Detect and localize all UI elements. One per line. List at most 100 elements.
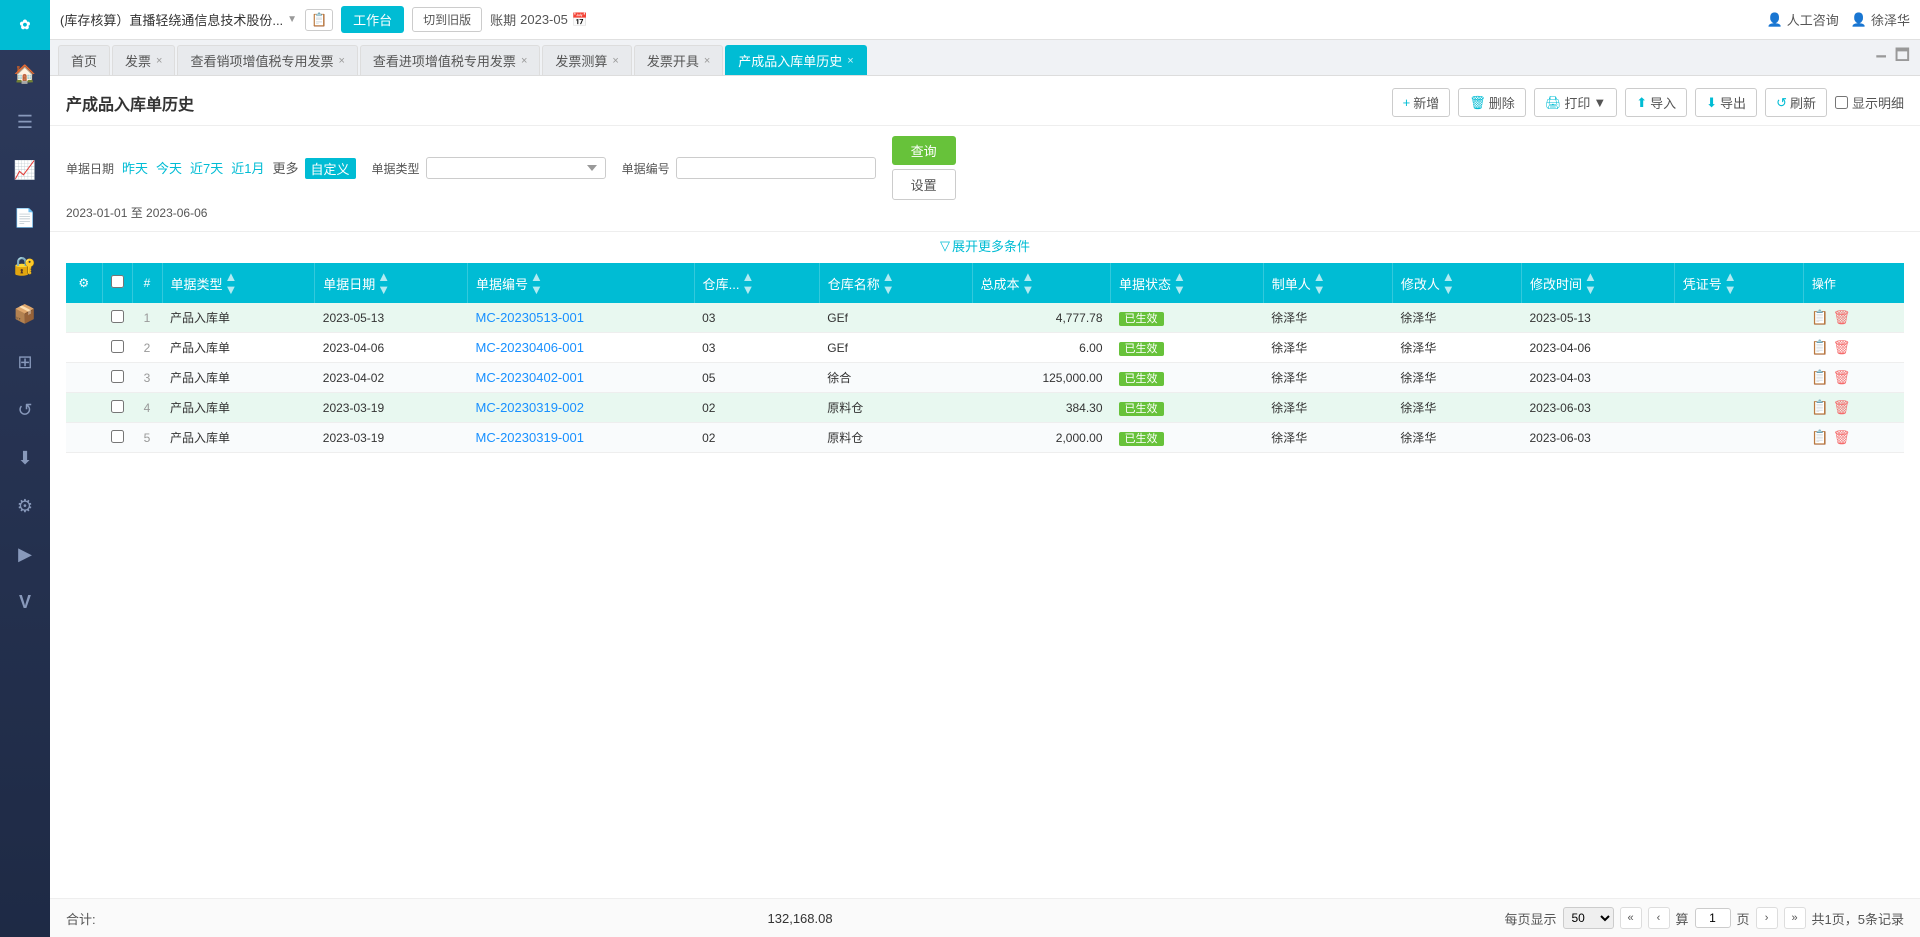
tab-sales-invoice[interactable]: 查看销项增值税专用发票 × — [177, 45, 357, 75]
tab-inventory-history[interactable]: 产成品入库单历史 × — [725, 45, 866, 75]
first-page-button[interactable]: « — [1620, 907, 1642, 929]
sidebar-item-v[interactable]: V — [0, 578, 50, 626]
tab-home[interactable]: 首页 — [58, 45, 110, 75]
col-number-header[interactable]: 单据编号 ▲▼ — [468, 263, 695, 303]
refresh-button[interactable]: ↺ 刷新 — [1765, 88, 1827, 117]
tab-invoice-close[interactable]: × — [156, 55, 162, 67]
row-checkbox-cell[interactable] — [102, 303, 132, 333]
delete-button[interactable]: 🗑 删除 — [1458, 88, 1526, 117]
sidebar-item-grid[interactable]: ⊞ — [0, 338, 50, 386]
row-mtime: 2023-04-03 — [1521, 363, 1674, 393]
type-select[interactable] — [426, 157, 606, 179]
query-button[interactable]: 查询 — [892, 136, 956, 165]
row-number[interactable]: MC-20230319-001 — [468, 423, 695, 453]
reset-button[interactable]: 设置 — [892, 169, 956, 200]
col-date-header[interactable]: 单据日期 ▲▼ — [315, 263, 468, 303]
row-checkbox[interactable] — [111, 400, 124, 413]
sidebar-item-analytics[interactable]: 📈 — [0, 146, 50, 194]
7days-shortcut[interactable]: 近7天 — [188, 158, 225, 179]
import-button[interactable]: ⬆ 导入 — [1625, 88, 1687, 117]
col-creator-header[interactable]: 制单人 ▲▼ — [1263, 263, 1392, 303]
row-checkbox-cell[interactable] — [102, 333, 132, 363]
number-input[interactable] — [676, 157, 876, 179]
row-checkbox-cell[interactable] — [102, 423, 132, 453]
per-page-select[interactable]: 50 100 — [1563, 907, 1614, 929]
row-number[interactable]: MC-20230319-002 — [468, 393, 695, 423]
tab-open-close[interactable]: × — [704, 55, 710, 67]
col-wcode-header[interactable]: 仓库... ▲▼ — [694, 263, 819, 303]
delete-row-icon[interactable]: 🗑 — [1833, 369, 1851, 386]
row-checkbox-cell[interactable] — [102, 363, 132, 393]
edit-icon[interactable]: 📋 — [1811, 309, 1828, 326]
sidebar-item-menu[interactable]: ☰ — [0, 98, 50, 146]
tab-maximize-icon[interactable]: 🗖 — [1895, 44, 1910, 71]
sidebar-item-refresh[interactable]: ↺ — [0, 386, 50, 434]
sidebar-item-security[interactable]: 🔐 — [0, 242, 50, 290]
delete-row-icon[interactable]: 🗑 — [1833, 339, 1851, 356]
show-detail-toggle[interactable]: 显示明细 — [1835, 93, 1904, 112]
custom-shortcut[interactable]: 自定义 — [305, 158, 356, 179]
today-shortcut[interactable]: 今天 — [154, 158, 184, 179]
expand-button[interactable]: ▽ 展开更多条件 — [940, 236, 1030, 255]
1month-shortcut[interactable]: 近1月 — [229, 158, 266, 179]
sidebar-item-documents[interactable]: 📄 — [0, 194, 50, 242]
sidebar-item-settings[interactable]: ⚙ — [0, 482, 50, 530]
tab-invoice-open[interactable]: 发票开具 × — [634, 45, 723, 75]
tab-minimize-icon[interactable]: 🗕 — [1875, 44, 1886, 71]
show-detail-checkbox[interactable] — [1835, 96, 1848, 109]
edit-icon[interactable]: 📋 — [1811, 339, 1828, 356]
delete-row-icon[interactable]: 🗑 — [1833, 429, 1851, 446]
sidebar-item-play[interactable]: ▶ — [0, 530, 50, 578]
col-voucher-header[interactable]: 凭证号 ▲▼ — [1674, 263, 1803, 303]
export-button[interactable]: ⬇ 导出 — [1695, 88, 1757, 117]
date-shortcuts: 昨天 今天 近7天 近1月 更多 自定义 — [120, 158, 356, 179]
row-number[interactable]: MC-20230406-001 — [468, 333, 695, 363]
edit-icon[interactable]: 📋 — [1811, 399, 1828, 416]
doc-template-icon[interactable]: 📋 — [305, 9, 333, 31]
user-service[interactable]: 👤 人工咨询 — [1767, 10, 1839, 29]
user-avatar-area[interactable]: 👤 徐泽华 — [1851, 10, 1910, 29]
col-status-header[interactable]: 单据状态 ▲▼ — [1111, 263, 1264, 303]
tab-inventory-close[interactable]: × — [847, 55, 853, 67]
tab-calc-close[interactable]: × — [612, 55, 618, 67]
page-input[interactable] — [1695, 908, 1731, 928]
prev-page-button[interactable]: ‹ — [1648, 907, 1670, 929]
row-checkbox[interactable] — [111, 310, 124, 323]
tab-invoice-calc[interactable]: 发票测算 × — [542, 45, 631, 75]
edit-icon[interactable]: 📋 — [1811, 429, 1828, 446]
tab-purchase-invoice[interactable]: 查看进项增值税专用发票 × — [360, 45, 540, 75]
row-checkbox-cell[interactable] — [102, 393, 132, 423]
last-page-button[interactable]: » — [1784, 907, 1806, 929]
tab-invoice[interactable]: 发票 × — [112, 45, 175, 75]
new-button[interactable]: + 新增 — [1392, 88, 1451, 117]
more-shortcut[interactable]: 更多 — [271, 158, 301, 179]
sidebar-item-inventory[interactable]: 📦 — [0, 290, 50, 338]
select-all-checkbox[interactable] — [111, 275, 124, 288]
yesterday-shortcut[interactable]: 昨天 — [120, 158, 150, 179]
print-button[interactable]: 🖨 打印 ▼ — [1534, 88, 1617, 117]
col-select-all[interactable] — [102, 263, 132, 303]
col-settings[interactable]: ⚙ — [66, 263, 102, 303]
per-page-label: 每页显示 — [1504, 909, 1556, 928]
row-number[interactable]: MC-20230402-001 — [468, 363, 695, 393]
tab-sales-close[interactable]: × — [338, 55, 344, 67]
row-checkbox[interactable] — [111, 370, 124, 383]
sidebar-item-download[interactable]: ⬇ — [0, 434, 50, 482]
switch-version-button[interactable]: 切到旧版 — [412, 7, 482, 32]
workbench-button[interactable]: 工作台 — [341, 6, 404, 33]
delete-row-icon[interactable]: 🗑 — [1833, 309, 1851, 326]
col-mtime-header[interactable]: 修改时间 ▲▼ — [1521, 263, 1674, 303]
col-cost-header[interactable]: 总成本 ▲▼ — [972, 263, 1111, 303]
sidebar-item-home[interactable]: 🏠 — [0, 50, 50, 98]
row-number[interactable]: MC-20230513-001 — [468, 303, 695, 333]
delete-row-icon[interactable]: 🗑 — [1833, 399, 1851, 416]
next-page-button[interactable]: › — [1756, 907, 1778, 929]
row-checkbox[interactable] — [111, 430, 124, 443]
company-selector[interactable]: (库存核算）直播轻绕通信息技术股份... ▼ — [60, 10, 297, 29]
edit-icon[interactable]: 📋 — [1811, 369, 1828, 386]
col-type-header[interactable]: 单据类型 ▲▼ — [162, 263, 315, 303]
col-wname-header[interactable]: 仓库名称 ▲▼ — [819, 263, 972, 303]
col-modifier-header[interactable]: 修改人 ▲▼ — [1392, 263, 1521, 303]
row-checkbox[interactable] — [111, 340, 124, 353]
tab-purchase-close[interactable]: × — [521, 55, 527, 67]
